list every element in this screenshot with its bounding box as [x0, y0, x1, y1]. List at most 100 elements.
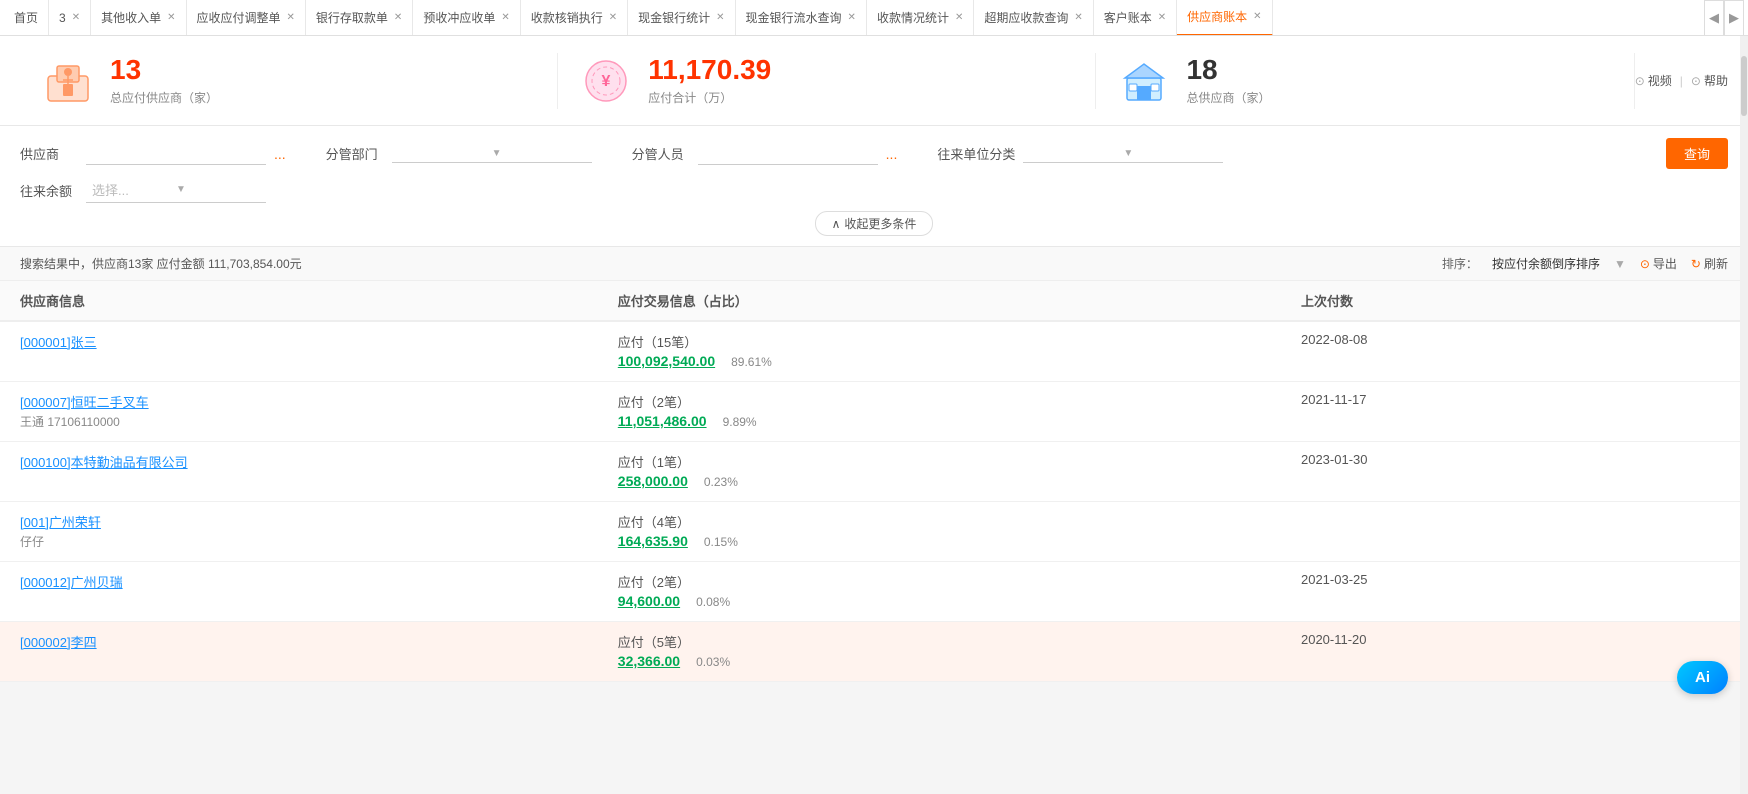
transaction-cell: 应付（5笔） 32,366.00 0.03% — [618, 632, 1301, 669]
trans-amount-link[interactable]: 94,600.00 — [618, 593, 680, 609]
supplier-name-link[interactable]: [000001]张三 — [20, 332, 618, 351]
top-right-links: ⊙ 视频 | ⊙ 帮助 — [1635, 72, 1728, 89]
supplier-dots-button[interactable]: ... — [274, 146, 286, 162]
supplier-sub-info: 王通 17106110000 — [20, 413, 618, 430]
supplier-input[interactable] — [86, 143, 266, 165]
filter-label-dept: 分管部门 — [326, 144, 386, 163]
transaction-cell: 应付（4笔） 164,635.90 0.15% — [618, 512, 1301, 549]
last-pay-date: 2021-11-17 — [1301, 392, 1367, 407]
video-circle-icon: ⊙ — [1635, 74, 1645, 88]
nav-tab-overdue[interactable]: 超期应收款查询 ✕ — [974, 0, 1093, 36]
trans-percent: 0.03% — [696, 655, 730, 669]
nav-tab-payment-verify[interactable]: 收款核销执行 ✕ — [521, 0, 628, 36]
nav-tab-other-income[interactable]: 其他收入单 ✕ — [91, 0, 186, 36]
export-icon: ⊙ — [1640, 257, 1650, 271]
stats-header: 13 总应付供应商（家） ¥ 11,170.39 应付合计（万） — [0, 36, 1748, 126]
close-icon[interactable]: ✕ — [501, 12, 509, 23]
supplier-name-link[interactable]: [000002]李四 — [20, 632, 618, 651]
lastpay-cell: 2022-08-08 — [1301, 332, 1728, 347]
person-dots-button[interactable]: ... — [886, 146, 898, 162]
nav-tab-collection-stat[interactable]: 收款情况统计 ✕ — [867, 0, 974, 36]
close-icon[interactable]: ✕ — [848, 12, 856, 23]
supplier-name-link[interactable]: [000007]恒旺二手叉车 — [20, 392, 618, 411]
result-text: 搜索结果中，供应商13家 应付金额 111,703,854.00元 — [20, 255, 1442, 272]
filter-item-person: 分管人员 ... — [632, 143, 898, 165]
trans-amount-link[interactable]: 100,092,540.00 — [618, 353, 715, 369]
nav-tab-advance[interactable]: 预收冲应收单 ✕ — [413, 0, 520, 36]
chevron-up-icon: ∧ — [832, 217, 841, 231]
stat-block-total-suppliers: 18 总供应商（家） — [1096, 53, 1634, 109]
refresh-button[interactable]: ↻ 刷新 — [1691, 255, 1728, 272]
supplier-name-link[interactable]: [000100]本特勤油品有限公司 — [20, 452, 618, 471]
close-icon[interactable]: ✕ — [955, 12, 963, 23]
close-icon[interactable]: ✕ — [1074, 12, 1082, 23]
scrollbar-thumb[interactable] — [1741, 56, 1747, 116]
close-icon[interactable]: ✕ — [167, 12, 175, 23]
video-link[interactable]: ⊙ 视频 — [1635, 72, 1672, 89]
filter-item-category: 往来单位分类 ▼ — [937, 144, 1223, 163]
nav-arrow-left[interactable]: ◀ — [1704, 0, 1724, 36]
supplier-cell: [000100]本特勤油品有限公司 — [20, 452, 618, 471]
help-link[interactable]: ⊙ 帮助 — [1691, 72, 1728, 89]
close-icon[interactable]: ✕ — [1253, 11, 1261, 22]
transaction-cell: 应付（2笔） 11,051,486.00 9.89% — [618, 392, 1301, 429]
sort-chevron-down-icon: ▼ — [1614, 257, 1626, 271]
sort-value[interactable]: 按应付余额倒序排序 — [1492, 255, 1600, 272]
table-row: [001]广州荣轩 仔仔 应付（4笔） 164,635.90 0.15% — [0, 502, 1748, 562]
nav-tab-cash-bank-stat[interactable]: 现金银行统计 ✕ — [628, 0, 735, 36]
close-icon[interactable]: ✕ — [609, 12, 617, 23]
close-icon[interactable]: ✕ — [1158, 12, 1166, 23]
ai-button[interactable]: Ai — [1677, 661, 1728, 694]
nav-tab-supplier-account[interactable]: 供应商账本 ✕ — [1177, 0, 1272, 36]
lastpay-cell: 2023-01-30 — [1301, 452, 1728, 467]
category-select[interactable]: ▼ — [1023, 145, 1223, 163]
supplier-cell: [000007]恒旺二手叉车 王通 17106110000 — [20, 392, 618, 430]
nav-tab-home[interactable]: 首页 — [4, 0, 49, 36]
stat-label-total: 总供应商（家） — [1186, 89, 1270, 106]
close-icon[interactable]: ✕ — [716, 12, 724, 23]
close-icon[interactable]: ✕ — [287, 12, 295, 23]
trans-amount-link[interactable]: 11,051,486.00 — [618, 413, 707, 429]
nav-tab-bank-deposit[interactable]: 银行存取款单 ✕ — [306, 0, 413, 36]
stat-content-suppliers: 13 总应付供应商（家） — [110, 55, 218, 107]
transaction-cell: 应付（1笔） 258,000.00 0.23% — [618, 452, 1301, 489]
trans-label: 应付（2笔） — [618, 392, 1301, 411]
filter-item-dept: 分管部门 ▼ — [326, 144, 592, 163]
filter-item-supplier: 供应商 ... — [20, 143, 286, 165]
collapse-bar: ∧ 收起更多条件 — [20, 211, 1728, 236]
close-icon[interactable]: ✕ — [394, 12, 402, 23]
refresh-icon: ↻ — [1691, 257, 1701, 271]
stat-content-total: 18 总供应商（家） — [1186, 55, 1270, 107]
nav-tab-customer-account[interactable]: 客户账本 ✕ — [1094, 0, 1177, 36]
trans-amount-link[interactable]: 164,635.90 — [618, 533, 688, 549]
top-navigation: 首页 3 ✕ 其他收入单 ✕ 应收应付调整单 ✕ 银行存取款单 ✕ 预收冲应收单… — [0, 0, 1748, 36]
filter-area: 供应商 ... 分管部门 ▼ 分管人员 ... 往来单位分类 ▼ 查询 — [0, 126, 1748, 247]
export-button[interactable]: ⊙ 导出 — [1640, 255, 1677, 272]
nav-arrow-right[interactable]: ▶ — [1724, 0, 1744, 36]
supplier-name-link[interactable]: [000012]广州贝瑞 — [20, 572, 618, 591]
nav-tab-cash-bank-flow[interactable]: 现金银行流水查询 ✕ — [736, 0, 867, 36]
nav-arrows: ◀ ▶ — [1704, 0, 1744, 36]
person-input[interactable] — [698, 143, 878, 165]
query-button[interactable]: 查询 — [1666, 138, 1728, 169]
last-pay-date: 2021-03-25 — [1301, 572, 1368, 587]
trans-label: 应付（5笔） — [618, 632, 1301, 651]
balance-select[interactable]: 选择... ▼ — [86, 177, 266, 203]
trans-percent: 89.61% — [731, 355, 772, 369]
trans-row: 258,000.00 0.23% — [618, 471, 1301, 489]
stat-block-amount: ¥ 11,170.39 应付合计（万） — [558, 53, 1096, 109]
close-icon[interactable]: ✕ — [72, 12, 80, 23]
nav-tab-ap-adjust[interactable]: 应收应付调整单 ✕ — [187, 0, 306, 36]
nav-tab-3[interactable]: 3 ✕ — [49, 0, 91, 36]
data-table: 供应商信息 应付交易信息（占比） 上次付数 [000001]张三 应付（15笔）… — [0, 281, 1748, 682]
trans-amount-link[interactable]: 258,000.00 — [618, 473, 688, 489]
stat-number-amount: 11,170.39 — [648, 55, 771, 86]
dept-select[interactable]: ▼ — [392, 145, 592, 163]
trans-amount-link[interactable]: 32,366.00 — [618, 653, 680, 669]
stat-content-amount: 11,170.39 应付合计（万） — [648, 55, 771, 107]
supplier-name-link[interactable]: [001]广州荣轩 — [20, 512, 618, 531]
scrollbar[interactable] — [1740, 36, 1748, 794]
stat-label-suppliers: 总应付供应商（家） — [110, 89, 218, 106]
svg-text:¥: ¥ — [602, 73, 611, 90]
collapse-button[interactable]: ∧ 收起更多条件 — [815, 211, 934, 236]
